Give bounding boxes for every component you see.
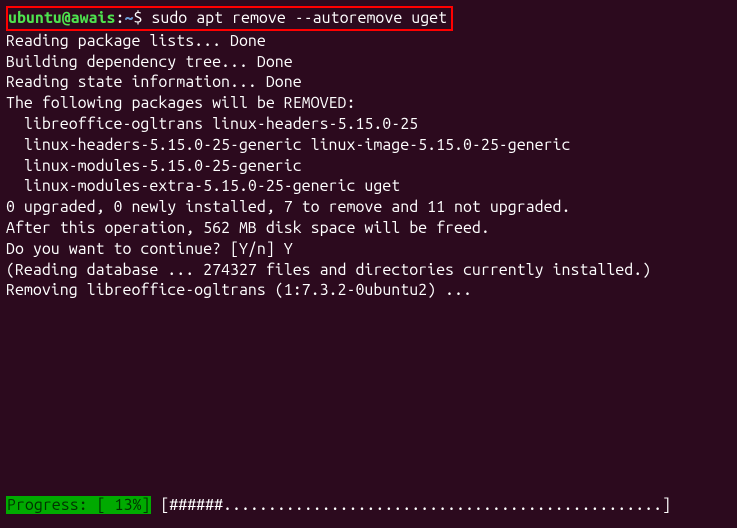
output-building-tree: Building dependency tree... Done bbox=[6, 52, 731, 73]
package-item: linux-modules-extra-5.15.0-25-generic ug… bbox=[6, 176, 731, 197]
output-reading-db: (Reading database ... 274327 files and d… bbox=[6, 260, 731, 281]
output-confirm-prompt[interactable]: Do you want to continue? [Y/n] Y bbox=[6, 239, 731, 260]
package-item: linux-headers-5.15.0-25-generic linux-im… bbox=[6, 135, 731, 156]
user-host: ubuntu@awais bbox=[8, 9, 116, 27]
progress-percent: Progress: [ 13%] bbox=[6, 496, 151, 514]
output-removing: Removing libreoffice-ogltrans (1:7.3.2-0… bbox=[6, 280, 731, 301]
output-reading-state: Reading state information... Done bbox=[6, 72, 731, 93]
output-diskspace: After this operation, 562 MB disk space … bbox=[6, 218, 731, 239]
terminal-window[interactable]: ubuntu@awais:~$ sudo apt remove --autore… bbox=[6, 6, 731, 522]
output-reading-packages: Reading package lists... Done bbox=[6, 31, 731, 52]
progress-bar-row: Progress: [ 13%] [######................… bbox=[6, 495, 731, 516]
prompt-line-wrapper: ubuntu@awais:~$ sudo apt remove --autore… bbox=[6, 6, 731, 31]
highlighted-prompt: ubuntu@awais:~$ sudo apt remove --autore… bbox=[6, 6, 453, 31]
prompt-colon: : bbox=[116, 9, 125, 27]
package-item: linux-modules-5.15.0-25-generic bbox=[6, 156, 731, 177]
progress-bar: [######.................................… bbox=[151, 496, 680, 514]
command-text: sudo apt remove --autoremove uget bbox=[151, 9, 447, 27]
prompt-symbol: $ bbox=[133, 9, 151, 27]
package-item: libreoffice-ogltrans linux-headers-5.15.… bbox=[6, 114, 731, 135]
output-removed-heading: The following packages will be REMOVED: bbox=[6, 93, 731, 114]
output-summary: 0 upgraded, 0 newly installed, 7 to remo… bbox=[6, 197, 731, 218]
